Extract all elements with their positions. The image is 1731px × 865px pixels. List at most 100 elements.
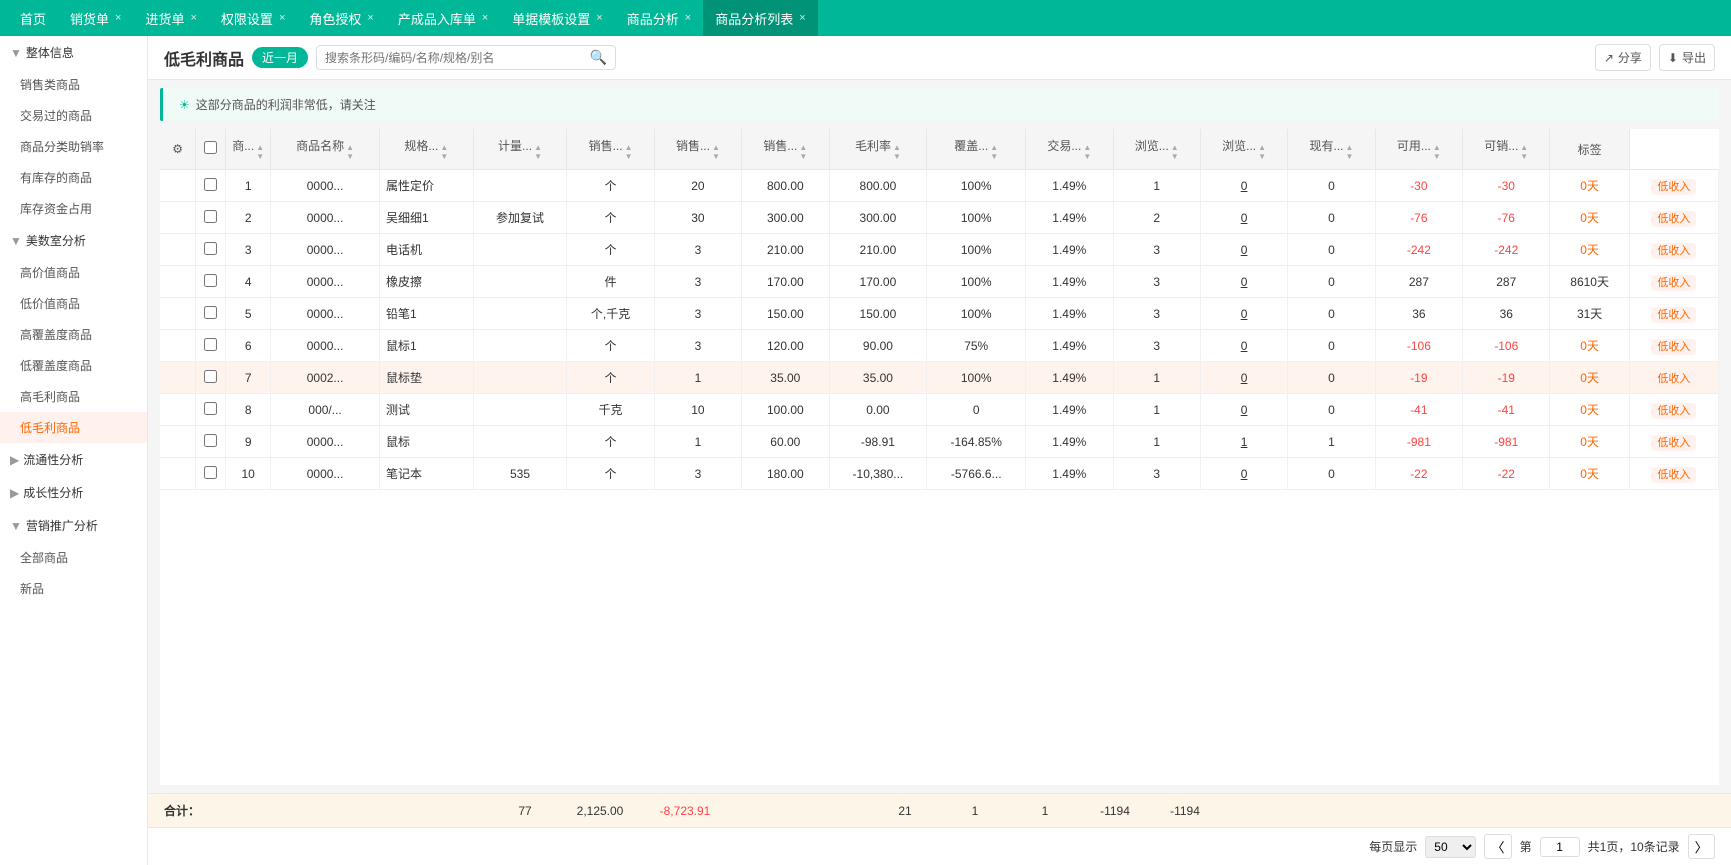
sidebar-section-growth[interactable]: ▶ 成长性分析 <box>0 476 147 509</box>
row-checkbox[interactable] <box>204 210 217 223</box>
close-icon[interactable]: × <box>190 12 196 24</box>
row-settings[interactable] <box>160 266 196 298</box>
row-settings[interactable] <box>160 234 196 266</box>
nav-analysis[interactable]: 商品分析 × <box>615 0 703 36</box>
row-checkbox[interactable] <box>204 242 217 255</box>
col-name[interactable]: 商品名称▲▼ <box>271 129 380 170</box>
col-spec[interactable]: 规格...▲▼ <box>380 129 474 170</box>
row-browse1[interactable]: 0 <box>1200 234 1287 266</box>
sidebar-item-sales-goods[interactable]: 销售类商品 <box>0 69 147 100</box>
row-browse1[interactable]: 0 <box>1200 170 1287 202</box>
sidebar-item-high-value[interactable]: 高价值商品 <box>0 257 147 288</box>
close-icon[interactable]: × <box>596 12 602 24</box>
select-all-checkbox[interactable] <box>204 141 217 154</box>
nav-products[interactable]: 产成品入库单 × <box>386 0 500 36</box>
close-icon[interactable]: × <box>115 12 121 24</box>
nav-templates[interactable]: 单据模板设置 × <box>500 0 614 36</box>
row-checkbox[interactable] <box>204 434 217 447</box>
close-icon[interactable]: × <box>685 12 691 24</box>
col-browse2[interactable]: 浏览...▲▼ <box>1200 129 1287 170</box>
sidebar-item-high-margin[interactable]: 高毛利商品 <box>0 381 147 412</box>
row-settings[interactable] <box>160 362 196 394</box>
row-settings[interactable] <box>160 330 196 362</box>
search-icon[interactable]: 🔍 <box>590 49 607 66</box>
row-browse1[interactable]: 1 <box>1200 426 1287 458</box>
row-settings[interactable] <box>160 298 196 330</box>
close-icon[interactable]: × <box>799 12 805 24</box>
nav-permissions[interactable]: 权限设置 × <box>209 0 297 36</box>
data-table-container[interactable]: ⚙ 商...▲▼ 商品名称▲▼ 规格...▲▼ 计量...▲▼ 销售...▲▼ … <box>160 129 1719 785</box>
col-checkbox[interactable] <box>196 129 226 170</box>
row-settings[interactable] <box>160 202 196 234</box>
per-page-select[interactable]: 50 20 100 <box>1425 836 1476 858</box>
row-browse1[interactable]: 0 <box>1200 458 1287 490</box>
row-settings[interactable] <box>160 458 196 490</box>
close-icon[interactable]: × <box>279 12 285 24</box>
sidebar-item-low-margin[interactable]: 低毛利商品 <box>0 412 147 443</box>
col-stock3[interactable]: 可销...▲▼ <box>1463 129 1550 170</box>
col-unit[interactable]: 计量...▲▼ <box>473 129 567 170</box>
nav-purchase[interactable]: 进货单 × <box>133 0 208 36</box>
col-trade[interactable]: 交易...▲▼ <box>1026 129 1113 170</box>
col-coverage[interactable]: 覆盖...▲▼ <box>927 129 1026 170</box>
row-browse1[interactable]: 0 <box>1200 298 1287 330</box>
row-checkbox[interactable] <box>204 306 217 319</box>
col-code[interactable]: 商...▲▼ <box>226 129 271 170</box>
sidebar-item-low-coverage[interactable]: 低覆盖度商品 <box>0 350 147 381</box>
row-browse1[interactable]: 0 <box>1200 266 1287 298</box>
col-settings[interactable]: ⚙ <box>160 129 196 170</box>
col-browse1[interactable]: 浏览...▲▼ <box>1113 129 1200 170</box>
row-browse1[interactable]: 0 <box>1200 362 1287 394</box>
sidebar-section-overall[interactable]: ▼ 整体信息 <box>0 36 147 69</box>
time-filter-badge[interactable]: 近一月 <box>252 47 308 68</box>
export-button[interactable]: ⬇ 导出 <box>1659 44 1715 71</box>
row-browse1[interactable]: 0 <box>1200 330 1287 362</box>
nav-sales[interactable]: 销货单 × <box>58 0 133 36</box>
row-stock3: 0天 <box>1550 202 1629 234</box>
row-checkbox[interactable] <box>204 274 217 287</box>
row-checkbox[interactable] <box>204 370 217 383</box>
nav-analysis-list[interactable]: 商品分析列表 × <box>703 0 817 36</box>
row-browse1[interactable]: 0 <box>1200 202 1287 234</box>
row-checkbox[interactable] <box>204 402 217 415</box>
sidebar-section-beauty[interactable]: ▼ 美数室分析 <box>0 224 147 257</box>
close-icon[interactable]: × <box>367 12 373 24</box>
sidebar-item-traded-goods[interactable]: 交易过的商品 <box>0 100 147 131</box>
sidebar-section-marketing[interactable]: ▼ 营销推广分析 <box>0 509 147 542</box>
col-sales3[interactable]: 销售...▲▼ <box>742 129 829 170</box>
nav-home[interactable]: 首页 <box>8 0 58 36</box>
nav-roles[interactable]: 角色授权 × <box>297 0 385 36</box>
search-input[interactable] <box>325 51 590 65</box>
row-sales1: 30 <box>654 202 741 234</box>
sidebar-item-category-rate[interactable]: 商品分类助销率 <box>0 131 147 162</box>
col-sales2[interactable]: 销售...▲▼ <box>654 129 741 170</box>
row-checkbox[interactable] <box>204 338 217 351</box>
row-gross: 0 <box>927 394 1026 426</box>
row-settings[interactable] <box>160 170 196 202</box>
row-settings[interactable] <box>160 426 196 458</box>
page-number-input[interactable] <box>1540 837 1580 857</box>
sidebar-item-in-stock[interactable]: 有库存的商品 <box>0 162 147 193</box>
sidebar-item-all-goods[interactable]: 全部商品 <box>0 542 147 573</box>
col-tag[interactable]: 标签 <box>1550 129 1629 170</box>
sidebar-section-flow[interactable]: ▶ 流通性分析 <box>0 443 147 476</box>
sidebar-item-low-value[interactable]: 低价值商品 <box>0 288 147 319</box>
prev-page-button[interactable]: 〈 <box>1484 834 1511 859</box>
next-page-button[interactable]: 〉 <box>1688 834 1715 859</box>
col-stock2[interactable]: 可用...▲▼ <box>1375 129 1462 170</box>
sidebar-item-capital[interactable]: 库存资金占用 <box>0 193 147 224</box>
col-stock1[interactable]: 现有...▲▼ <box>1288 129 1375 170</box>
row-settings[interactable] <box>160 394 196 426</box>
sidebar-item-new-goods[interactable]: 新品 <box>0 573 147 604</box>
close-icon[interactable]: × <box>482 12 488 24</box>
row-sales3: 35.00 <box>829 362 927 394</box>
col-sales1[interactable]: 销售...▲▼ <box>567 129 654 170</box>
row-checkbox[interactable] <box>204 466 217 479</box>
share-button[interactable]: ↗ 分享 <box>1595 44 1651 71</box>
row-checkbox[interactable] <box>204 178 217 191</box>
col-gross[interactable]: 毛利率▲▼ <box>829 129 927 170</box>
row-sales3: -10,380... <box>829 458 927 490</box>
sidebar-item-high-coverage[interactable]: 高覆盖度商品 <box>0 319 147 350</box>
row-browse1[interactable]: 0 <box>1200 394 1287 426</box>
chevron-right-icon: ▶ <box>10 453 19 467</box>
